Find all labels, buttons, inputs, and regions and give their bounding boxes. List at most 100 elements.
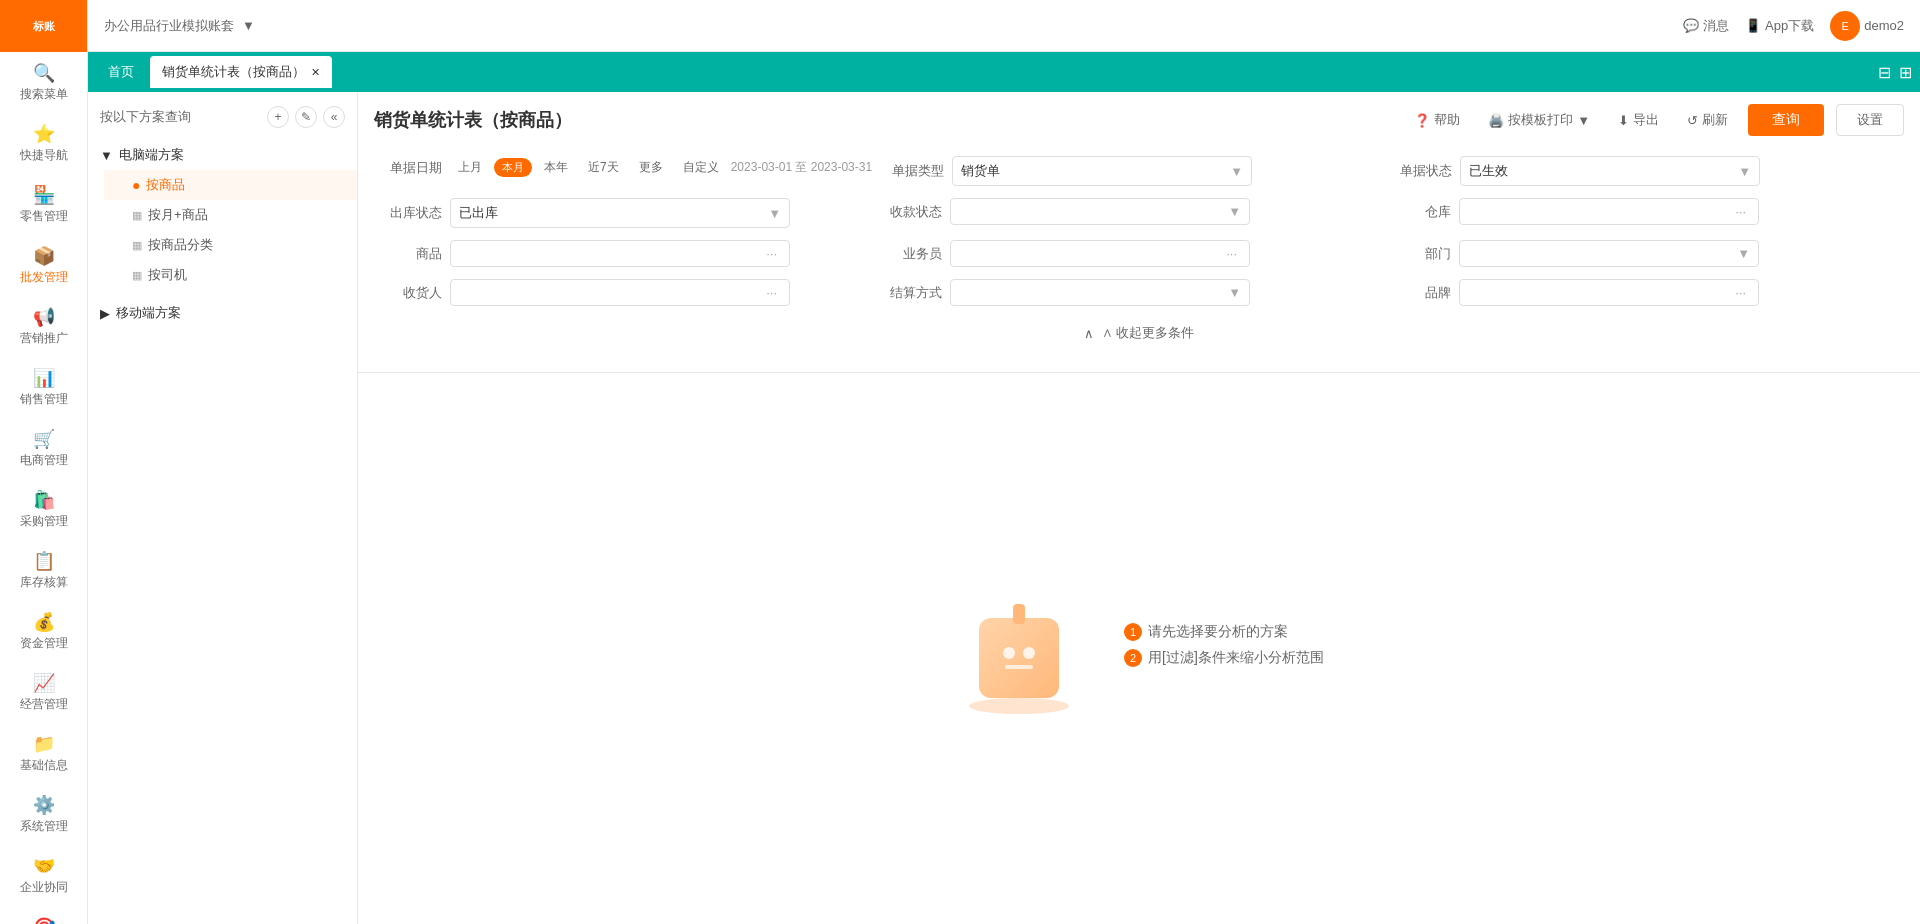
salesperson-dots-icon[interactable]: ··· (1222, 246, 1241, 261)
order-status-select[interactable]: 已生效 ▼ (1460, 156, 1760, 186)
sidebar-item-search[interactable]: 🔍 搜索菜单 (0, 52, 87, 113)
warehouse-dots-icon[interactable]: ··· (1731, 204, 1750, 219)
tree-item-by-product[interactable]: ● 按商品 (104, 170, 357, 200)
date-last-month-btn[interactable]: 上月 (450, 156, 490, 179)
main-content: 办公用品行业模拟账套 ▼ 💬 消息 📱 App下载 E demo2 首页 (88, 0, 1920, 924)
settlement-select[interactable]: ▼ (950, 279, 1250, 306)
tree-group-desktop-header[interactable]: ▼ 电脑端方案 (88, 140, 357, 170)
tree-item-by-cashier[interactable]: ▦ 按司机 (104, 260, 357, 290)
user-profile-btn[interactable]: E demo2 (1830, 11, 1904, 41)
right-panel: 销货单统计表（按商品） ❓ 帮助 🖨️ 按模板打印 ▼ ⬇ (358, 92, 1920, 924)
filter-payment-status: 收款状态 ▼ (890, 198, 1379, 225)
date-more-btn[interactable]: 更多 (631, 156, 671, 179)
top-header: 办公用品行业模拟账套 ▼ 💬 消息 📱 App下载 E demo2 (88, 0, 1920, 52)
filter-row-2: 出库状态 已出库 ▼ 收款状态 ▼ (390, 198, 1888, 228)
page-actions: ❓ 帮助 🖨️ 按模板打印 ▼ ⬇ 导出 ↺ (1406, 104, 1904, 136)
sidebar-item-enterprise[interactable]: 🤝 企业协同 (0, 845, 87, 906)
chart-icon: 📊 (33, 367, 55, 389)
receiver-dots-icon[interactable]: ··· (762, 285, 781, 300)
refresh-btn[interactable]: ↺ 刷新 (1679, 107, 1736, 133)
sidebar-item-inventory[interactable]: 📋 库存核算 (0, 540, 87, 601)
edit-scheme-btn[interactable]: ✎ (295, 106, 317, 128)
sidebar-item-purchase[interactable]: 🛍️ 采购管理 (0, 479, 87, 540)
filter-department: 部门 ▼ (1399, 240, 1888, 267)
left-panel-header: 按以下方案查询 + ✎ « (88, 102, 357, 136)
left-panel: 按以下方案查询 + ✎ « ▼ 电脑端方案 (88, 92, 358, 924)
filter-order-type: 单据类型 销货单 ▼ (892, 156, 1380, 186)
warehouse-select[interactable]: ··· (1459, 198, 1759, 225)
date-7days-btn[interactable]: 近7天 (580, 156, 627, 179)
circle-icon: ● (132, 177, 140, 193)
payment-status-select[interactable]: ▼ (950, 198, 1250, 225)
filter-area: 单据日期 上月 本月 本年 近7天 更多 自定义 2023-03-01 至 20… (374, 148, 1904, 364)
empty-tip-1: 1 请先选择要分析的方案 (1124, 623, 1324, 641)
sidebar-item-marketing[interactable]: 📢 营销推广 (0, 296, 87, 357)
header-left: 办公用品行业模拟账套 ▼ (104, 17, 255, 35)
filter-salesperson: 业务员 ··· (890, 240, 1379, 267)
tab-home[interactable]: 首页 (96, 56, 146, 88)
left-panel-actions: + ✎ « (267, 106, 345, 128)
product-select[interactable]: ··· (450, 240, 790, 267)
date-this-year-btn[interactable]: 本年 (536, 156, 576, 179)
search-icon: 🔍 (33, 62, 55, 84)
add-scheme-btn[interactable]: + (267, 106, 289, 128)
tab-close-icon[interactable]: ✕ (311, 66, 320, 79)
tree-group-mobile-header[interactable]: ▶ 移动端方案 (88, 298, 357, 328)
sidebar-item-operation[interactable]: 📈 经营管理 (0, 662, 87, 723)
date-custom-btn[interactable]: 自定义 (675, 156, 727, 179)
tab-minimize-icon[interactable]: ⊟ (1878, 63, 1891, 82)
settings-btn[interactable]: 设置 (1836, 104, 1904, 136)
sidebar-item-wholesale[interactable]: 📦 批发管理 (0, 235, 87, 296)
handshake-icon: 🤝 (33, 855, 55, 877)
salesperson-select[interactable]: ··· (950, 240, 1250, 267)
filter-receiver: 收货人 ··· (390, 279, 870, 306)
department-select[interactable]: ▼ (1459, 240, 1759, 267)
tree-children-desktop: ● 按商品 ▦ 按月+商品 ▦ 按商品分类 ▦ 按司机 (88, 170, 357, 290)
brand-select[interactable]: ··· (1459, 279, 1759, 306)
sidebar-item-sales[interactable]: 📊 销售管理 (0, 357, 87, 418)
help-icon: ❓ (1414, 113, 1430, 128)
star-icon: ⭐ (33, 123, 55, 145)
date-label: 单据日期 (390, 159, 450, 177)
print-btn[interactable]: 🖨️ 按模板打印 ▼ (1480, 107, 1598, 133)
sidebar-item-retail[interactable]: 🏪 零售管理 (0, 174, 87, 235)
filter-product: 商品 ··· (390, 240, 870, 267)
query-btn[interactable]: 查询 (1748, 104, 1824, 136)
target-icon: 🎯 (33, 916, 55, 924)
help-btn[interactable]: ❓ 帮助 (1406, 107, 1468, 133)
stock-status-select[interactable]: 已出库 ▼ (450, 198, 790, 228)
sidebar-item-quick[interactable]: ⭐ 快捷导航 (0, 113, 87, 174)
cart-icon: 🛒 (33, 428, 55, 450)
filter-row-1: 单据日期 上月 本月 本年 近7天 更多 自定义 2023-03-01 至 20… (390, 156, 1888, 186)
tab-fullscreen-icon[interactable]: ⊞ (1899, 63, 1912, 82)
sidebar-item-ecommerce[interactable]: 🛒 电商管理 (0, 418, 87, 479)
export-btn[interactable]: ⬇ 导出 (1610, 107, 1667, 133)
tree-item-by-month-product[interactable]: ▦ 按月+商品 (104, 200, 357, 230)
header-right: 💬 消息 📱 App下载 E demo2 (1683, 11, 1904, 41)
collapse-filter-btn[interactable]: ∧ ∧ 收起更多条件 (390, 318, 1888, 348)
app-download-btn[interactable]: 📱 App下载 (1745, 17, 1814, 35)
sidebar-item-guide[interactable]: 🎯 新手引导 (0, 906, 87, 924)
list-icon: ▦ (132, 239, 142, 252)
receiver-select[interactable]: ··· (450, 279, 790, 306)
tab-report[interactable]: 销货单统计表（按商品） ✕ (150, 56, 332, 88)
warehouse-label: 仓库 (1399, 203, 1459, 221)
person-icon: ▦ (132, 269, 142, 282)
order-status-label: 单据状态 (1400, 162, 1460, 180)
brand-dots-icon[interactable]: ··· (1731, 285, 1750, 300)
sidebar-item-system[interactable]: ⚙️ 系统管理 (0, 784, 87, 845)
sidebar-menu: 🔍 搜索菜单 ⭐ 快捷导航 🏪 零售管理 📦 批发管理 📢 营销推广 📊 销售管… (0, 52, 87, 924)
product-dots-icon[interactable]: ··· (762, 246, 781, 261)
message-btn[interactable]: 💬 消息 (1683, 17, 1729, 35)
logo-text: 标账 (33, 19, 55, 34)
date-this-month-btn[interactable]: 本月 (494, 158, 532, 177)
tree-item-by-category[interactable]: ▦ 按商品分类 (104, 230, 357, 260)
grid-icon: ▦ (132, 209, 142, 222)
breadcrumb-arrow-icon: ▼ (242, 18, 255, 33)
sidebar-item-basic[interactable]: 📁 基础信息 (0, 723, 87, 784)
sidebar-item-finance[interactable]: 💰 资金管理 (0, 601, 87, 662)
stock-status-arrow-icon: ▼ (768, 206, 781, 221)
order-type-select[interactable]: 销货单 ▼ (952, 156, 1252, 186)
filter-settlement: 结算方式 ▼ (890, 279, 1379, 306)
collapse-panel-btn[interactable]: « (323, 106, 345, 128)
